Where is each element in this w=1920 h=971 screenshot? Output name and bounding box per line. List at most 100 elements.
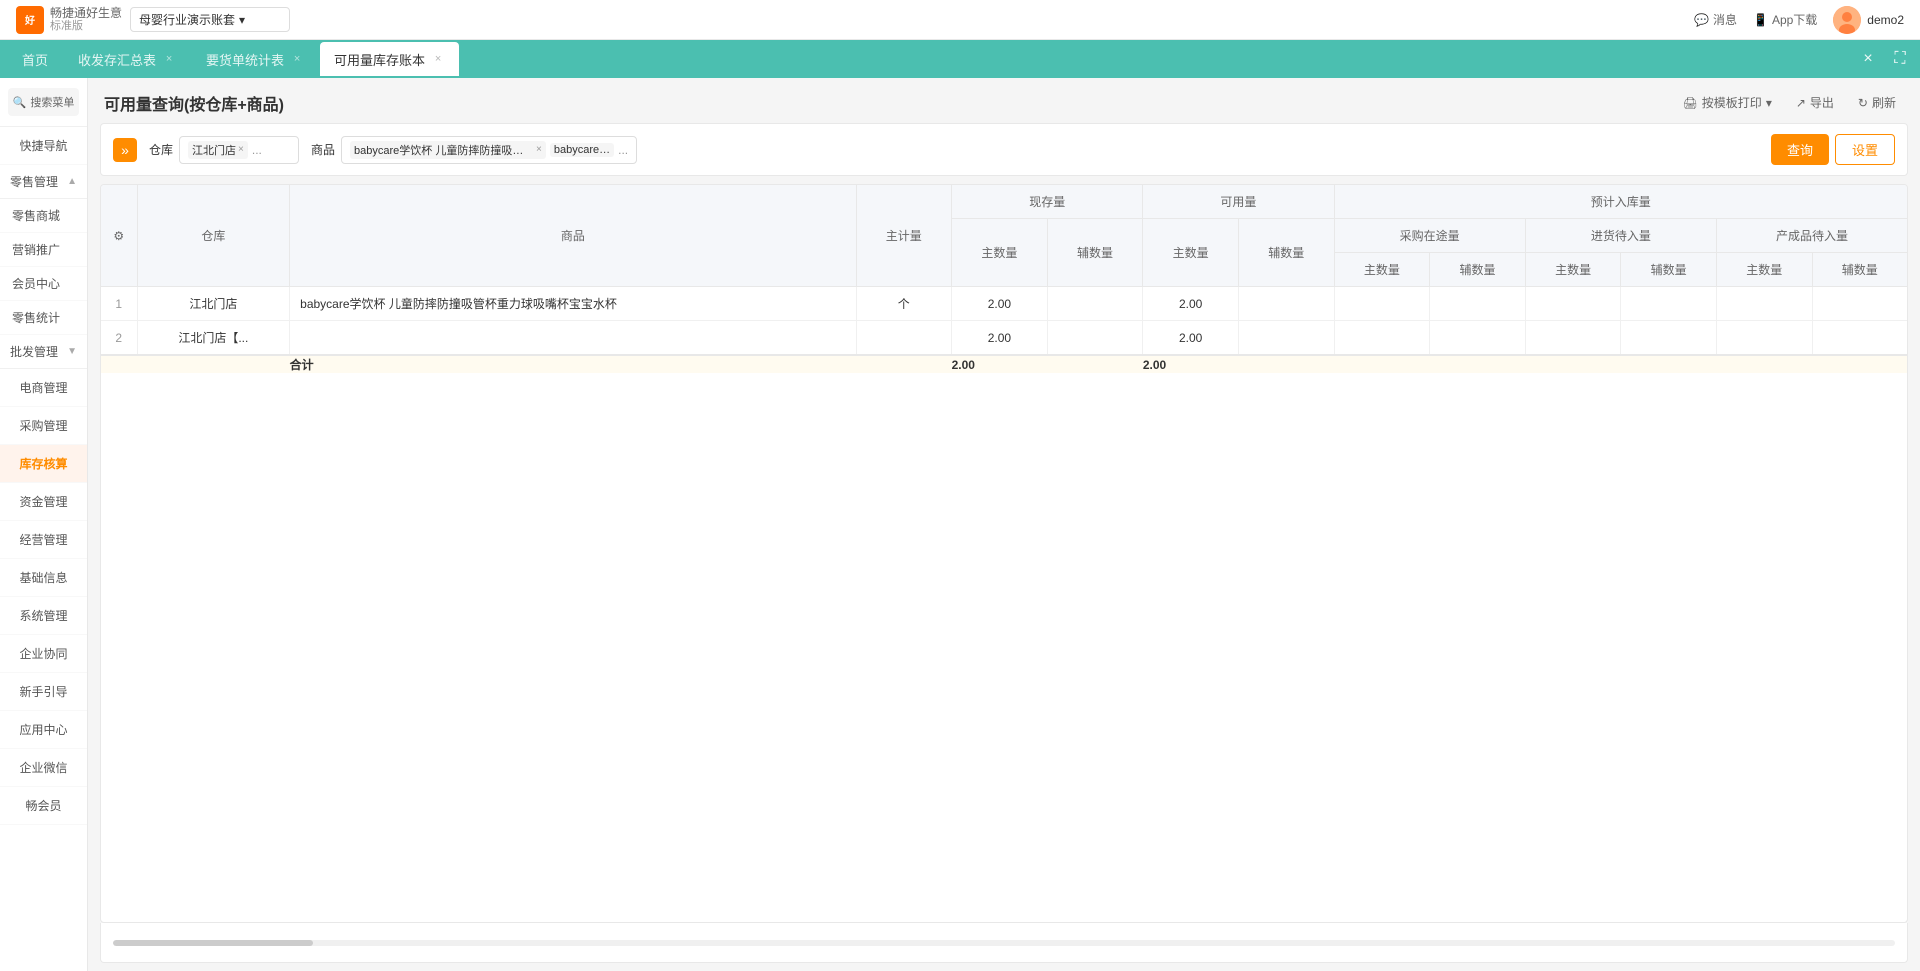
summary-row: 合计 2.00 2.00 [101,355,1907,373]
content-area: 可用量查询(按仓库+商品) 🖨 按模板打印 ▾ ↗ 导出 ↻ 刷新 » [88,78,1920,971]
summary-empty-1 [856,355,952,373]
th-current-stock-group: 现存量 [952,185,1143,219]
app-download-icon: 📱 [1753,13,1768,27]
th-available-main-qty: 主数量 [1143,219,1239,287]
sidebar-item-newbie-guide[interactable]: 新手引导 [0,673,87,711]
horizontal-scrollbar[interactable] [113,940,1895,946]
product-tag-2: babycare… [550,143,614,157]
filter-bar: » 仓库 江北门店 × ... 商品 babycare学饮杯 儿童防摔防撞吸管杯… [100,123,1908,176]
query-button[interactable]: 查询 [1771,134,1829,165]
sidebar-item-ops-mgmt[interactable]: 经营管理 [0,521,87,559]
th-gear[interactable]: ⚙ [101,185,137,287]
sidebar-item-ecommerce-mgmt[interactable]: 电商管理 [0,369,87,407]
row-current-aux [1047,321,1143,356]
warehouse-input[interactable]: 江北门店 × ... [179,136,299,164]
row-seq: 1 [101,287,137,321]
tab-order-stats-close[interactable]: × [290,52,304,66]
close-all-tabs-button[interactable]: × [1856,47,1880,71]
product-tag-1: babycare学饮杯 儿童防摔防撞吸管杯重力球吸嘴杯宝宝水杯 × [350,141,546,159]
row-current-main: 2.00 [952,321,1048,356]
th-pending-inbound-group: 进货待入量 [1525,219,1716,253]
sidebar-item-wholesale-mgmt[interactable]: 批发管理 ▼ [0,335,87,369]
sidebar-item-marketing[interactable]: 营销推广 [0,233,87,267]
tab-available-stock-close[interactable]: × [431,52,445,66]
gear-icon: ⚙ [113,229,124,243]
print-chevron-icon: ▾ [1766,96,1772,110]
search-menu-button[interactable]: 🔍 搜索菜单 [8,88,79,116]
warehouse-tag: 江北门店 × [188,141,248,159]
sidebar-item-system-label: 系统管理 [19,609,67,623]
export-button[interactable]: ↗ 导出 [1788,90,1842,115]
sidebar-item-finance-mgmt[interactable]: 资金管理 [0,483,87,521]
th-inbound-aux: 辅数量 [1621,253,1717,287]
industry-selector[interactable]: 母婴行业演示账套 ▾ [130,7,290,32]
export-icon: ↗ [1796,96,1806,110]
th-finished-main: 主数量 [1716,253,1812,287]
table-row: 1 江北门店 babycare学饮杯 儿童防摔防撞吸管杯重力球吸嘴杯宝宝水杯 个… [101,287,1907,321]
warehouse-tag-close[interactable]: × [238,144,244,155]
summary-finished-aux [1812,355,1907,373]
row-product: babycare学饮杯 儿童防摔防撞吸管杯重力球吸嘴杯宝宝水杯 [290,287,856,321]
sidebar-item-member-center[interactable]: 会员中心 [0,267,87,301]
tab-order-stats-label: 要货单统计表 [206,50,284,69]
sidebar-item-enterprise-collab-label: 企业协同 [19,647,67,661]
row-warehouse: 江北门店 [137,287,290,321]
main-layout: 🔍 搜索菜单 快捷导航 零售管理 ▲ 零售商城 营销推广 会员中心 零售统计 批… [0,78,1920,971]
product-tag-2-value: babycare… [554,144,610,156]
summary-label: 合计 [290,355,856,373]
sidebar-item-enterprise-collab[interactable]: 企业协同 [0,635,87,673]
sidebar-item-basic-label: 基础信息 [19,571,67,585]
th-current-main-qty: 主数量 [952,219,1048,287]
row-available-main: 2.00 [1143,321,1239,356]
th-purchase-aux: 辅数量 [1430,253,1526,287]
sidebar-item-retail-mgmt[interactable]: 零售管理 ▲ [0,165,87,199]
refresh-button[interactable]: ↻ 刷新 [1850,90,1904,115]
page-actions: 🖨 按模板打印 ▾ ↗ 导出 ↻ 刷新 [1675,90,1904,115]
sidebar-item-quick-nav[interactable]: 快捷导航 [0,127,87,165]
user-area[interactable]: demo2 [1833,6,1904,34]
row-available-aux [1238,287,1334,321]
sidebar-item-vip-member[interactable]: 畅会员 [0,787,87,825]
product-tag-1-close[interactable]: × [536,144,542,155]
tab-home[interactable]: 首页 [8,42,62,76]
tab-available-stock[interactable]: 可用量库存账本 × [320,42,459,76]
export-label: 导出 [1810,94,1834,111]
warehouse-filter: 仓库 江北门店 × ... [149,136,299,164]
bottom-scroll-area [100,923,1908,963]
fullscreen-button[interactable]: ⛶ [1888,47,1912,71]
sidebar-item-inventory-check[interactable]: 库存核算 [0,445,87,483]
summary-purchase-main [1334,355,1430,373]
summary-inbound-main [1525,355,1621,373]
filter-actions: 查询 设置 [1771,134,1895,165]
sidebar-item-purchase-mgmt[interactable]: 采购管理 [0,407,87,445]
sidebar-item-retail-stats[interactable]: 零售统计 [0,301,87,335]
product-input[interactable]: babycare学饮杯 儿童防摔防撞吸管杯重力球吸嘴杯宝宝水杯 × babyca… [341,136,637,164]
tab-order-stats[interactable]: 要货单统计表 × [192,42,318,76]
print-label: 按模板打印 [1702,94,1762,111]
tab-receipt-summary[interactable]: 收发存汇总表 × [64,42,190,76]
tab-home-label: 首页 [22,50,48,69]
message-button[interactable]: 💬 消息 [1694,11,1737,28]
product-more-btn[interactable]: ... [618,143,628,157]
row-current-main: 2.00 [952,287,1048,321]
print-by-template-button[interactable]: 🖨 按模板打印 ▾ [1675,90,1780,115]
sidebar-item-ecommerce-label: 电商管理 [19,381,67,395]
settings-button[interactable]: 设置 [1835,134,1895,165]
row-inbound-aux [1621,321,1717,356]
page-title: 可用量查询(按仓库+商品) [104,91,284,115]
sidebar-item-system-mgmt[interactable]: 系统管理 [0,597,87,635]
warehouse-more-btn[interactable]: ... [252,143,262,157]
tab-bar-actions: × ⛶ [1856,47,1912,71]
sidebar-item-basic-info[interactable]: 基础信息 [0,559,87,597]
sidebar-item-retail-mall[interactable]: 零售商城 [0,199,87,233]
th-planned-in-group: 预计入库量 [1334,185,1907,219]
table-container: ⚙ 仓库 商品 主计量 现存量 可用量 预计入库量 主数量 辅数量 主数量 辅数… [100,184,1908,923]
row-purchase-aux [1430,321,1526,356]
sidebar-item-retail-stats-label: 零售统计 [12,311,60,325]
sidebar-item-enterprise-wechat[interactable]: 企业微信 [0,749,87,787]
tab-receipt-summary-close[interactable]: × [162,52,176,66]
sidebar-item-marketing-label: 营销推广 [12,243,60,257]
app-download-button[interactable]: 📱 App下载 [1753,11,1817,28]
filter-expand-button[interactable]: » [113,138,137,162]
sidebar-item-app-center[interactable]: 应用中心 [0,711,87,749]
